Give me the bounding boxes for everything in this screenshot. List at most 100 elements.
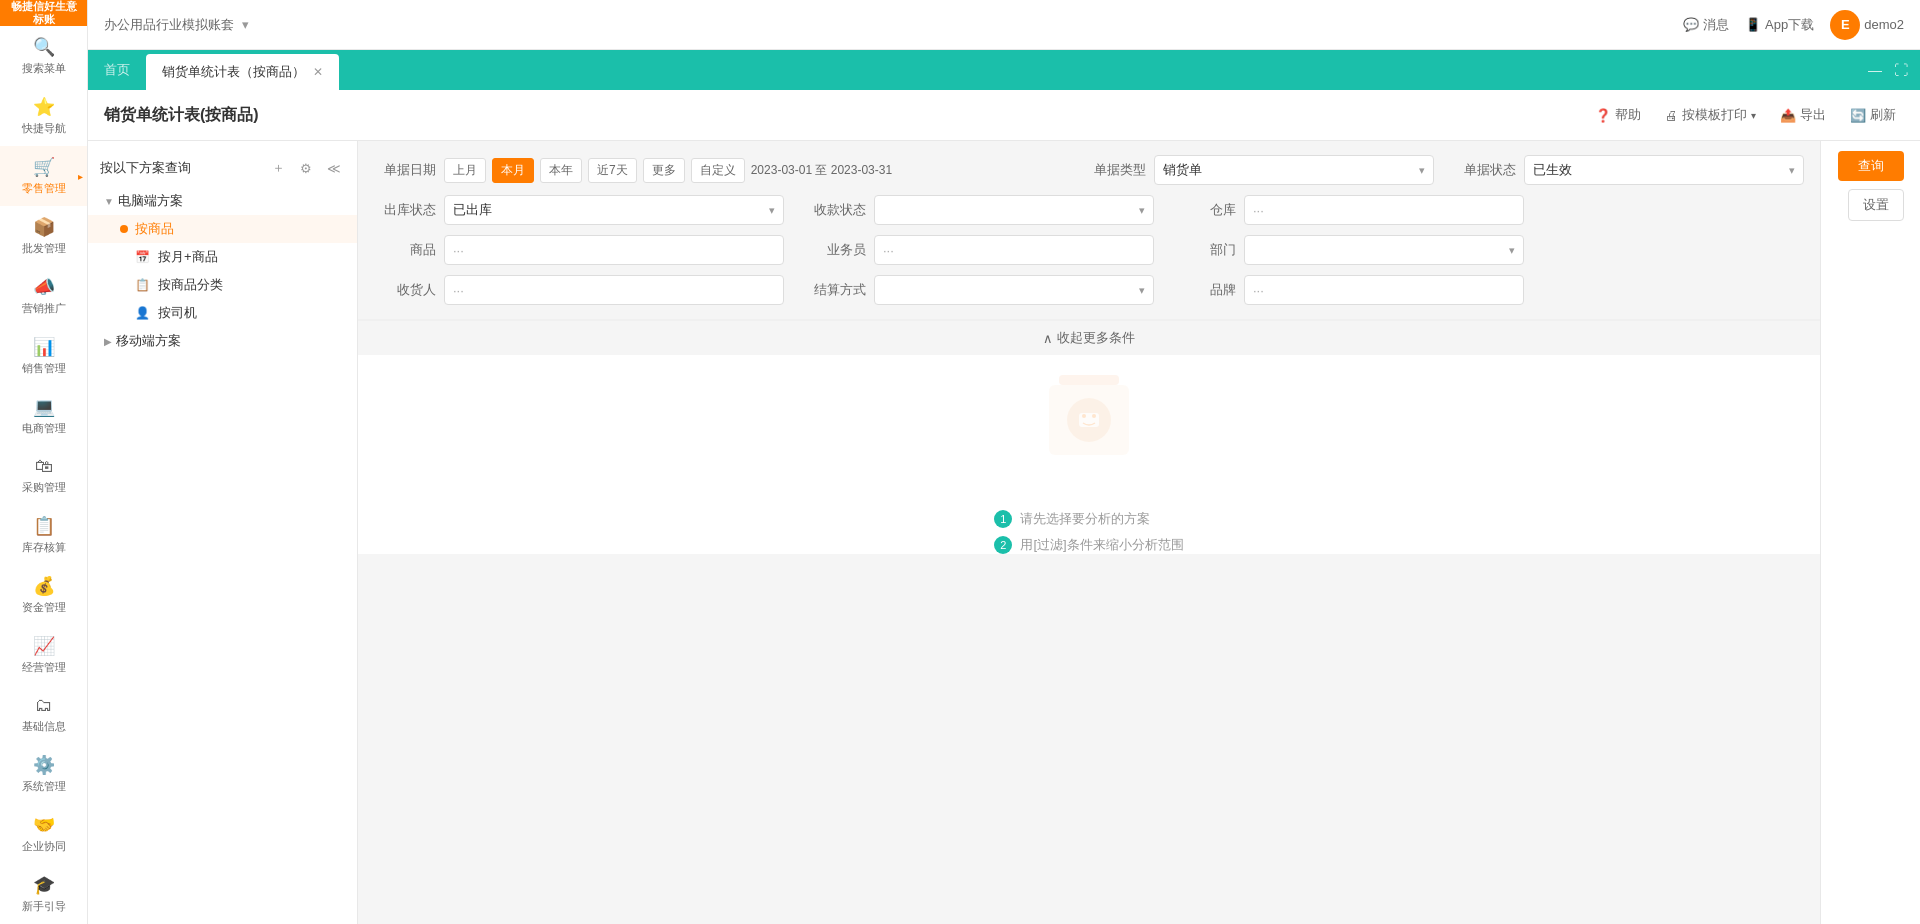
help-label: 帮助 bbox=[1615, 106, 1641, 124]
sidebar-label-newbie: 新手引导 bbox=[22, 899, 66, 914]
ecommerce-icon: 💻 bbox=[33, 396, 55, 418]
sidebar-item-wholesale[interactable]: 📦批发管理 bbox=[0, 206, 87, 266]
out-status-select[interactable]: 已出库 ▾ bbox=[444, 195, 784, 225]
tree-mobile-label: 移动端方案 bbox=[116, 332, 181, 350]
doc-status-label: 单据状态 bbox=[1454, 161, 1524, 179]
tab-sales-stat[interactable]: 销货单统计表（按商品） ✕ bbox=[146, 54, 339, 90]
tree-by-month-product-label: 按月+商品 bbox=[158, 248, 218, 266]
tree-by-month-product[interactable]: 📅 按月+商品 bbox=[88, 243, 357, 271]
doc-status-control: 已生效 ▾ bbox=[1524, 155, 1804, 185]
sidebar-item-purchase[interactable]: 🛍采购管理 bbox=[0, 446, 87, 505]
message-btn[interactable]: 💬 消息 bbox=[1683, 16, 1729, 34]
product-control: ··· bbox=[444, 235, 784, 265]
salesperson-input[interactable]: ··· bbox=[874, 235, 1154, 265]
setting-button[interactable]: 设置 bbox=[1848, 189, 1904, 221]
filter-row-2: 出库状态 已出库 ▾ 收款状态 ▾ bbox=[374, 195, 1804, 225]
product-input[interactable]: ··· bbox=[444, 235, 784, 265]
sidebar-item-marketing[interactable]: 📣营销推广 bbox=[0, 266, 87, 326]
tab-minimize-icon[interactable]: — bbox=[1864, 58, 1886, 82]
sidebar-item-search[interactable]: 🔍搜索菜单 bbox=[0, 26, 87, 86]
body-area: 按以下方案查询 ＋ ⚙ ≪ ▼ 电脑端方案 按商品 bbox=[88, 141, 1920, 924]
doc-status-chevron: ▾ bbox=[1789, 164, 1795, 177]
sidebar-label-corp: 企业协同 bbox=[22, 839, 66, 854]
edit-scheme-btn[interactable]: ⚙ bbox=[295, 157, 317, 179]
username: demo2 bbox=[1864, 17, 1904, 32]
dept-chevron: ▾ bbox=[1509, 244, 1515, 257]
sidebar-item-ops[interactable]: 📈经营管理 bbox=[0, 625, 87, 685]
sidebar-item-base[interactable]: 🗂基础信息 bbox=[0, 685, 87, 744]
sidebar-item-quick-nav[interactable]: ⭐快捷导航 bbox=[0, 86, 87, 146]
filter-row-4: 收货人 ··· 结算方式 ▾ bbox=[374, 275, 1804, 305]
tab-expand-icon[interactable]: ⛶ bbox=[1890, 58, 1912, 82]
date-btn-this-year[interactable]: 本年 bbox=[540, 158, 582, 183]
salesperson-control: ··· bbox=[874, 235, 1154, 265]
sidebar-item-corp[interactable]: 🤝企业协同 bbox=[0, 804, 87, 864]
tab-close-icon[interactable]: ✕ bbox=[313, 65, 323, 79]
tree-by-category[interactable]: 📋 按商品分类 bbox=[88, 271, 357, 299]
export-icon: 📤 bbox=[1780, 108, 1796, 123]
warehouse-input[interactable]: ··· bbox=[1244, 195, 1524, 225]
sidebar-item-finance[interactable]: 💰资金管理 bbox=[0, 565, 87, 625]
print-label: 按模板打印 bbox=[1682, 106, 1747, 124]
sidebar-item-sales-mgmt[interactable]: 📊销售管理 bbox=[0, 326, 87, 386]
tab-home[interactable]: 首页 bbox=[88, 50, 146, 90]
svg-rect-1 bbox=[1059, 375, 1119, 385]
add-scheme-btn[interactable]: ＋ bbox=[267, 157, 289, 179]
date-btn-this-month[interactable]: 本月 bbox=[492, 158, 534, 183]
app-title: 办公用品行业模拟账套 bbox=[104, 16, 234, 34]
sidebar-item-ecommerce[interactable]: 💻 电商管理 bbox=[0, 386, 87, 446]
help-btn[interactable]: ❓ 帮助 bbox=[1587, 102, 1649, 128]
brand-input[interactable]: ··· bbox=[1244, 275, 1524, 305]
collapse-panel-btn[interactable]: ≪ bbox=[323, 157, 345, 179]
sidebar-item-newbie[interactable]: 🎓新手引导 bbox=[0, 864, 87, 924]
date-btn-last-month[interactable]: 上月 bbox=[444, 158, 486, 183]
svg-point-5 bbox=[1092, 414, 1096, 418]
date-btn-7days[interactable]: 近7天 bbox=[588, 158, 637, 183]
person-icon: 👤 bbox=[135, 306, 150, 320]
sales-mgmt-icon: 📊 bbox=[33, 336, 55, 358]
date-btn-more[interactable]: 更多 bbox=[643, 158, 685, 183]
print-btn[interactable]: 🖨 按模板打印 ▾ bbox=[1657, 102, 1764, 128]
export-btn[interactable]: 📤 导出 bbox=[1772, 102, 1834, 128]
tree-pc-label: 电脑端方案 bbox=[118, 192, 183, 210]
help-icon: ❓ bbox=[1595, 108, 1611, 123]
sidebar-item-system[interactable]: ⚙️系统管理 bbox=[0, 744, 87, 804]
user-area[interactable]: E demo2 bbox=[1830, 10, 1904, 40]
doc-type-label: 单据类型 bbox=[1084, 161, 1154, 179]
sidebar-item-inventory[interactable]: 📋库存核算 bbox=[0, 505, 87, 565]
tab-actions: — ⛶ bbox=[1856, 58, 1920, 82]
step-2-num: 2 bbox=[994, 536, 1012, 554]
doc-status-select[interactable]: 已生效 ▾ bbox=[1524, 155, 1804, 185]
receiver-input[interactable]: ··· bbox=[444, 275, 784, 305]
dropdown-icon[interactable]: ▾ bbox=[242, 17, 249, 32]
wholesale-icon: 📦 bbox=[33, 216, 55, 238]
app-download-btn[interactable]: 📱 App下载 bbox=[1745, 16, 1814, 34]
warehouse-label: 仓库 bbox=[1174, 201, 1244, 219]
collapse-arrow: ∧ bbox=[1043, 331, 1053, 346]
tree-by-driver[interactable]: 👤 按司机 bbox=[88, 299, 357, 327]
collect-control: ▾ bbox=[874, 195, 1154, 225]
date-btn-custom[interactable]: 自定义 bbox=[691, 158, 745, 183]
collapse-btn[interactable]: ∧ 收起更多条件 bbox=[358, 320, 1820, 355]
message-icon: 💬 bbox=[1683, 17, 1699, 32]
query-button[interactable]: 查询 bbox=[1838, 151, 1904, 181]
sidebar-item-retail[interactable]: 🛒零售管理▸ bbox=[0, 146, 87, 206]
sidebar-label-ecommerce: 电商管理 bbox=[22, 421, 66, 436]
settlement-select[interactable]: ▾ bbox=[874, 275, 1154, 305]
tree-expand-icon: ▼ bbox=[104, 196, 114, 207]
tree-by-product[interactable]: 按商品 bbox=[88, 215, 357, 243]
sidebar-label-base: 基础信息 bbox=[22, 719, 66, 734]
collapse-label: 收起更多条件 bbox=[1057, 329, 1135, 347]
left-panel: 按以下方案查询 ＋ ⚙ ≪ ▼ 电脑端方案 按商品 bbox=[88, 141, 358, 924]
tree-mobile-group[interactable]: ▶ 移动端方案 bbox=[88, 327, 357, 355]
doc-type-select[interactable]: 销货单 ▾ bbox=[1154, 155, 1434, 185]
refresh-icon: 🔄 bbox=[1850, 108, 1866, 123]
refresh-btn[interactable]: 🔄 刷新 bbox=[1842, 102, 1904, 128]
dept-select[interactable]: ▾ bbox=[1244, 235, 1524, 265]
date-control: 上月 本月 本年 近7天 更多 自定义 2023-03-01 至 2023-03… bbox=[444, 158, 1064, 183]
settlement-chevron: ▾ bbox=[1139, 284, 1145, 297]
date-range: 2023-03-01 至 2023-03-31 bbox=[751, 162, 892, 179]
tree-pc-group[interactable]: ▼ 电脑端方案 bbox=[88, 187, 357, 215]
brand-dots: ··· bbox=[1253, 283, 1264, 298]
collect-select[interactable]: ▾ bbox=[874, 195, 1154, 225]
